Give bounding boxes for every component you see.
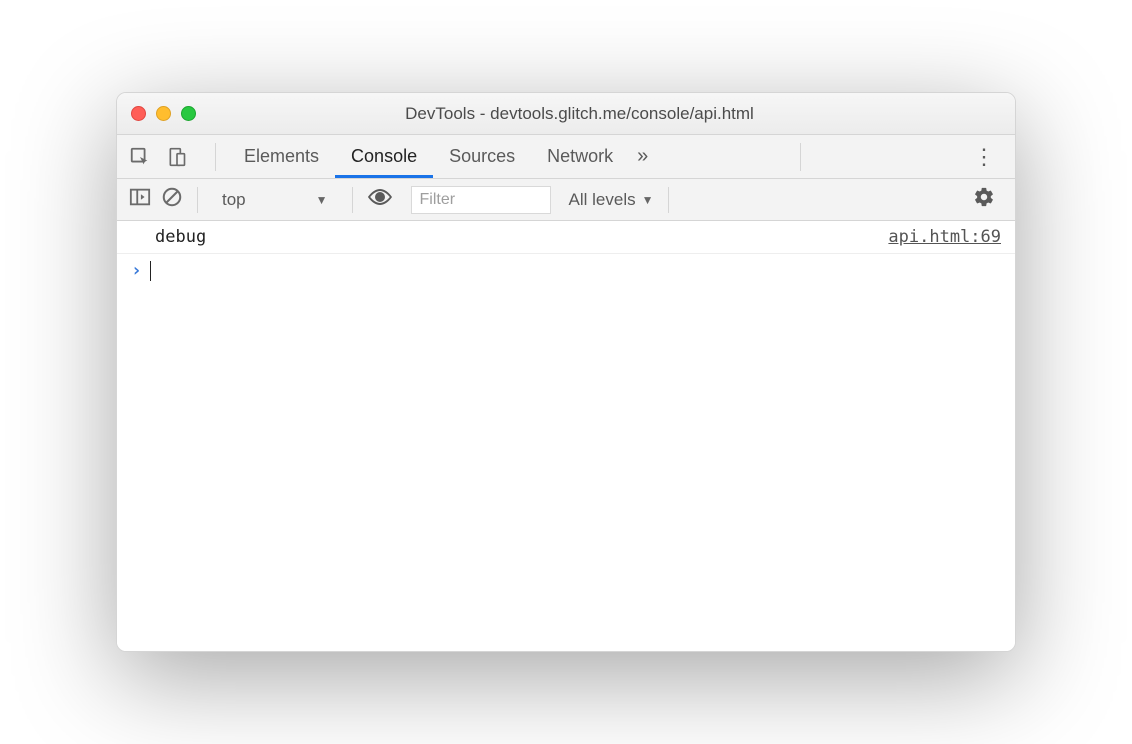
settings-menu-icon[interactable]: ⋮ [965,144,1003,170]
divider [668,187,669,213]
console-content: debug api.html:69 › [117,221,1015,651]
clear-console-icon[interactable] [161,186,183,213]
text-cursor [150,261,151,281]
divider [197,187,198,213]
close-window-button[interactable] [131,106,146,121]
devtools-window: DevTools - devtools.glitch.me/console/ap… [116,92,1016,652]
console-settings-icon[interactable] [965,186,1003,213]
tab-sources[interactable]: Sources [433,135,531,178]
panel-tabbar: Elements Console Sources Network » ⋮ [117,135,1015,179]
device-toolbar-icon[interactable] [167,146,187,168]
prompt-chevron-icon: › [131,260,142,281]
tab-label: Sources [449,146,515,167]
log-entry[interactable]: debug api.html:69 [117,221,1015,254]
console-toolbar: top ▼ All levels ▼ [117,179,1015,221]
zoom-window-button[interactable] [181,106,196,121]
tab-label: Elements [244,146,319,167]
more-tabs-icon[interactable]: » [637,145,648,168]
log-source-link[interactable]: api.html:69 [888,227,1001,247]
log-message: debug [155,227,888,247]
tab-console[interactable]: Console [335,135,433,178]
inspect-element-icon[interactable] [129,146,151,168]
log-levels-selector[interactable]: All levels ▼ [569,190,654,210]
toggle-sidebar-icon[interactable] [129,187,151,212]
console-prompt[interactable]: › [117,254,1015,287]
divider [215,143,216,171]
titlebar: DevTools - devtools.glitch.me/console/ap… [117,93,1015,135]
tab-network[interactable]: Network [531,135,629,178]
live-expression-icon[interactable] [367,188,393,211]
traffic-lights [131,106,196,121]
tab-label: Console [351,146,417,167]
context-label: top [222,190,246,210]
window-title: DevTools - devtools.glitch.me/console/ap… [214,104,945,124]
minimize-window-button[interactable] [156,106,171,121]
tab-elements[interactable]: Elements [228,135,335,178]
filter-input[interactable] [411,186,551,214]
context-selector[interactable]: top ▼ [212,187,338,213]
levels-label: All levels [569,190,636,210]
divider [352,187,353,213]
tab-label: Network [547,146,613,167]
chevron-down-icon: ▼ [316,193,328,207]
chevron-down-icon: ▼ [642,193,654,207]
divider [800,143,801,171]
